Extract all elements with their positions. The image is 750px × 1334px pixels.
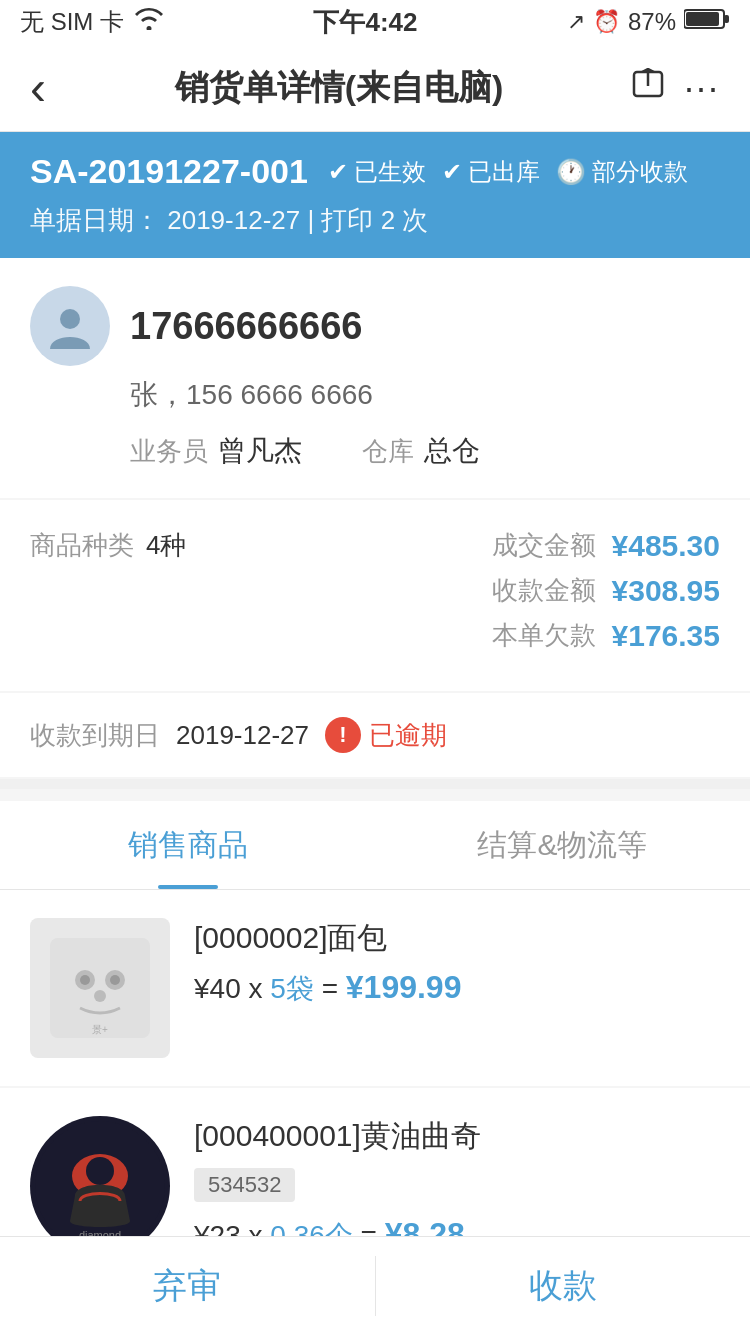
customer-sub-info: 张，156 6666 6666 bbox=[30, 376, 720, 414]
product-price-bread: ¥40 x 5袋 = ¥199.99 bbox=[194, 969, 720, 1008]
customer-meta: 业务员 曾凡杰 仓库 总仓 bbox=[30, 432, 720, 470]
debt-amount-row: 本单欠款 ¥176.35 bbox=[492, 618, 720, 653]
due-date-section: 收款到期日 2019-12-27 ! 已逾期 bbox=[0, 693, 750, 777]
overdue-badge: ! 已逾期 bbox=[325, 717, 447, 753]
payment-button[interactable]: 收款 bbox=[376, 1237, 751, 1334]
battery-icon bbox=[684, 8, 730, 36]
deal-amount-row: 成交金额 ¥485.30 bbox=[492, 528, 720, 563]
status-right: ↗ ⏰ 87% bbox=[567, 8, 730, 36]
section-divider bbox=[0, 779, 750, 789]
product-sku-butter-cookies: 534532 bbox=[194, 1168, 295, 1202]
customer-section: 17666666666 张，156 6666 6666 业务员 曾凡杰 仓库 总… bbox=[0, 258, 750, 498]
svg-point-15 bbox=[86, 1157, 114, 1185]
product-type-row: 商品种类 4种 bbox=[30, 528, 186, 563]
nav-actions: ··· bbox=[632, 67, 720, 109]
bottom-bar: 弃审 收款 bbox=[0, 1236, 750, 1334]
status-effective: ✔ 已生效 bbox=[328, 156, 426, 188]
summary-section: 商品种类 4种 成交金额 ¥485.30 收款金额 ¥308.95 本单欠款 ¥… bbox=[0, 500, 750, 691]
svg-point-5 bbox=[60, 309, 80, 329]
product-item-bread: 景+ [0000002]面包 ¥40 x 5袋 = ¥199.99 bbox=[0, 890, 750, 1086]
product-image-bread: 景+ bbox=[30, 918, 170, 1058]
status-bar: 无 SIM 卡 下午4:42 ↗ ⏰ 87% bbox=[0, 0, 750, 44]
summary-right: 成交金额 ¥485.30 收款金额 ¥308.95 本单欠款 ¥176.35 bbox=[492, 528, 720, 663]
order-header-row1: SA-20191227-001 ✔ 已生效 ✔ 已出库 🕐 部分收款 bbox=[30, 152, 720, 191]
product-info-butter-cookies: [000400001]黄油曲奇 534532 ¥23 x 0.36个 = ¥8.… bbox=[194, 1116, 720, 1255]
back-button[interactable]: ‹ bbox=[30, 60, 46, 115]
overdue-icon: ! bbox=[325, 717, 361, 753]
order-date: 单据日期： 2019-12-27 | 打印 2 次 bbox=[30, 203, 720, 238]
more-button[interactable]: ··· bbox=[684, 67, 720, 109]
nav-bar: ‹ 销货单详情(来自电脑) ··· bbox=[0, 44, 750, 132]
product-name-bread: [0000002]面包 bbox=[194, 918, 720, 959]
wifi-icon bbox=[134, 8, 164, 36]
svg-text:景+: 景+ bbox=[92, 1024, 108, 1035]
share-button[interactable] bbox=[632, 68, 664, 108]
check-icon-2: ✔ bbox=[442, 158, 462, 186]
meta-warehouse: 仓库 总仓 bbox=[362, 432, 480, 470]
order-header: SA-20191227-001 ✔ 已生效 ✔ 已出库 🕐 部分收款 单据日期：… bbox=[0, 132, 750, 258]
summary-left: 商品种类 4种 bbox=[30, 528, 186, 663]
svg-rect-6 bbox=[50, 938, 150, 1038]
meta-salesperson: 业务员 曾凡杰 bbox=[130, 432, 302, 470]
status-shipped: ✔ 已出库 bbox=[442, 156, 540, 188]
cancel-review-button[interactable]: 弃审 bbox=[0, 1237, 375, 1334]
page-title: 销货单详情(来自电脑) bbox=[175, 65, 504, 111]
status-left: 无 SIM 卡 bbox=[20, 6, 164, 38]
product-image-butter-cookies: diamond wholete bbox=[30, 1116, 170, 1256]
status-badges: ✔ 已生效 ✔ 已出库 🕐 部分收款 bbox=[328, 156, 688, 188]
svg-point-9 bbox=[80, 975, 90, 985]
alarm-icon: ⏰ bbox=[593, 9, 620, 35]
customer-avatar bbox=[30, 286, 110, 366]
customer-row: 17666666666 bbox=[30, 286, 720, 366]
location-icon: ↗ bbox=[567, 9, 585, 35]
svg-point-11 bbox=[94, 990, 106, 1002]
product-info-bread: [0000002]面包 ¥40 x 5袋 = ¥199.99 bbox=[194, 918, 720, 1008]
status-time: 下午4:42 bbox=[313, 5, 417, 40]
tabs-section: 销售商品 结算&物流等 bbox=[0, 801, 750, 890]
check-icon-1: ✔ bbox=[328, 158, 348, 186]
product-name-butter-cookies: [000400001]黄油曲奇 bbox=[194, 1116, 720, 1157]
svg-rect-1 bbox=[724, 15, 729, 23]
status-partial-payment: 🕐 部分收款 bbox=[556, 156, 688, 188]
product-list: 景+ [0000002]面包 ¥40 x 5袋 = ¥199.99 bbox=[0, 890, 750, 1284]
tab-settlement-logistics[interactable]: 结算&物流等 bbox=[375, 801, 750, 889]
svg-point-10 bbox=[110, 975, 120, 985]
battery-level: 87% bbox=[628, 8, 676, 36]
clock-icon: 🕐 bbox=[556, 158, 586, 186]
carrier-label: 无 SIM 卡 bbox=[20, 6, 124, 38]
customer-phone: 17666666666 bbox=[130, 305, 362, 348]
received-amount-row: 收款金额 ¥308.95 bbox=[492, 573, 720, 608]
order-id: SA-20191227-001 bbox=[30, 152, 308, 191]
overdue-text: 已逾期 bbox=[369, 718, 447, 753]
tabs-row: 销售商品 结算&物流等 bbox=[0, 801, 750, 890]
svg-rect-2 bbox=[686, 12, 719, 26]
tab-sales-products[interactable]: 销售商品 bbox=[0, 801, 375, 889]
